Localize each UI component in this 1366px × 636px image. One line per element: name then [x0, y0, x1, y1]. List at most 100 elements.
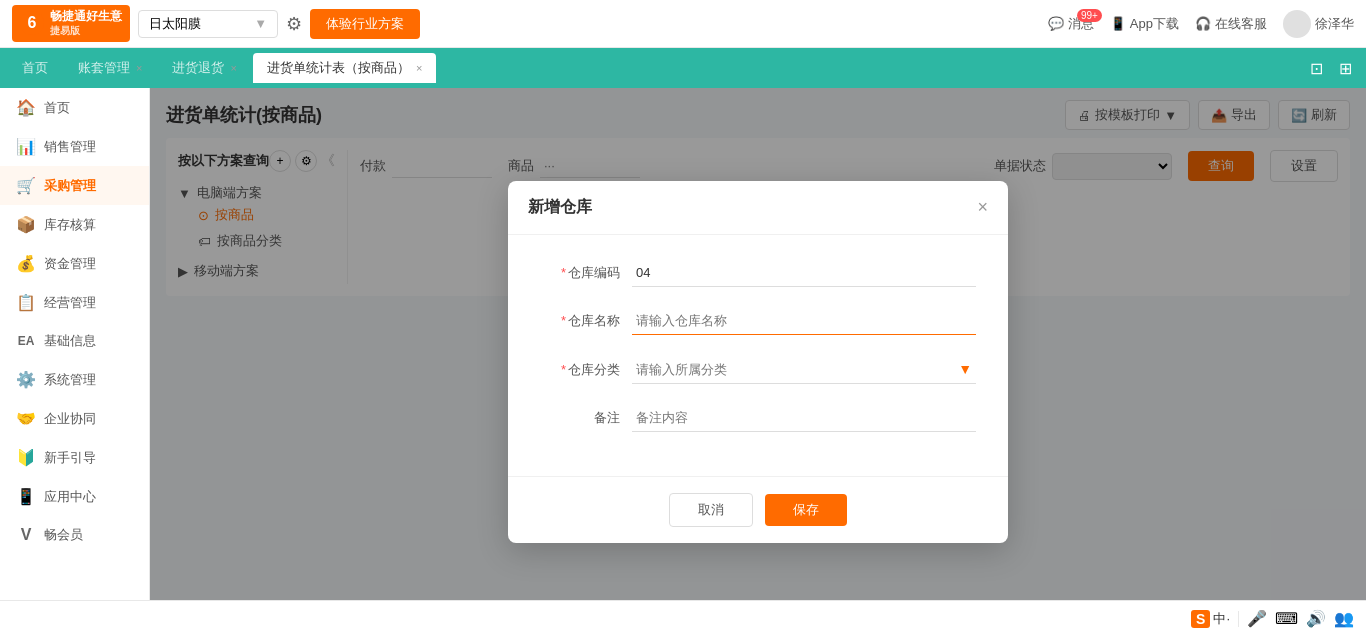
mic-btn[interactable]: 🎤	[1247, 609, 1267, 628]
tab-bar-end: ⊡ ⊞	[1304, 55, 1358, 82]
category-arrow-icon: ▼	[958, 361, 972, 377]
content-area: 进货单统计(按商品) 🖨 按模板打印 ▼ 📤 导出 🔄 刷新	[150, 88, 1366, 636]
sidebar-label-vip: 畅会员	[44, 526, 83, 544]
remark-input[interactable]	[632, 404, 976, 432]
tab-accounts[interactable]: 账套管理 ×	[64, 53, 156, 83]
people-btn[interactable]: 👥	[1334, 609, 1354, 628]
guide-icon: 🔰	[16, 448, 36, 467]
modal-footer: 取消 保存	[508, 476, 1008, 543]
tab-purchase-return[interactable]: 进货退货 ×	[158, 53, 250, 83]
sidebar-item-basic-info[interactable]: EA 基础信息	[0, 322, 149, 360]
sidebar-item-inventory[interactable]: 📦 库存核算	[0, 205, 149, 244]
app-label: App下载	[1130, 15, 1179, 33]
tab-expand-btn[interactable]: ⊞	[1333, 55, 1358, 82]
settings-icon[interactable]: ⚙	[286, 13, 302, 35]
sidebar-label-purchase: 采购管理	[44, 177, 96, 195]
bottom-divider	[1238, 611, 1239, 627]
sidebar-label-app: 应用中心	[44, 488, 96, 506]
sidebar-item-enterprise[interactable]: 🤝 企业协同	[0, 399, 149, 438]
app-icon: 📱	[16, 487, 36, 506]
cancel-button[interactable]: 取消	[669, 493, 753, 527]
tab-purchase-stat-close[interactable]: ×	[416, 62, 422, 74]
tab-purchase-stat-label: 进货单统计表（按商品）	[267, 59, 410, 77]
sidebar-label-basic-info: 基础信息	[44, 332, 96, 350]
modal-body: 仓库编码 仓库名称 仓库分类 ▼	[508, 235, 1008, 476]
sound-btn[interactable]: 🔊	[1306, 609, 1326, 628]
category-label: 仓库分类	[540, 361, 620, 379]
headset-icon: 🎧	[1195, 16, 1211, 31]
app-download-item[interactable]: 📱 App下载	[1110, 15, 1179, 33]
header-right: 💬 消息 99+ 📱 App下载 🎧 在线客服 徐泽华	[1048, 10, 1354, 38]
sidebar-label-home: 首页	[44, 99, 70, 117]
tab-home[interactable]: 首页	[8, 53, 62, 83]
user-avatar-area[interactable]: 徐泽华	[1283, 10, 1354, 38]
sidebar-item-guide[interactable]: 🔰 新手引导	[0, 438, 149, 477]
sidebar-item-purchase[interactable]: 🛒 采购管理	[0, 166, 149, 205]
form-item-name: 仓库名称	[540, 307, 976, 335]
modal-close-btn[interactable]: ×	[977, 197, 988, 218]
trial-button[interactable]: 体验行业方案	[310, 9, 420, 39]
top-header: 6 畅捷通好生意 捷易版 日太阳膜 ▼ ⚙ 体验行业方案 💬 消息 99+ 📱 …	[0, 0, 1366, 48]
store-arrow-icon: ▼	[254, 16, 267, 31]
avatar-icon	[1283, 10, 1311, 38]
s-logo: S	[1191, 610, 1210, 628]
tab-restore-btn[interactable]: ⊡	[1304, 55, 1329, 82]
service-label: 在线客服	[1215, 15, 1267, 33]
purchase-icon: 🛒	[16, 176, 36, 195]
service-item[interactable]: 🎧 在线客服	[1195, 15, 1267, 33]
sidebar-item-system[interactable]: ⚙️ 系统管理	[0, 360, 149, 399]
logo-area: 6 畅捷通好生意 捷易版	[12, 5, 130, 41]
tab-accounts-close[interactable]: ×	[136, 62, 142, 74]
tab-purchase-return-close[interactable]: ×	[230, 62, 236, 74]
logo-icon: 6	[20, 11, 44, 35]
sidebar-label-inventory: 库存核算	[44, 216, 96, 234]
sidebar-item-sales[interactable]: 📊 销售管理	[0, 127, 149, 166]
bottom-bar: S 中· 🎤 ⌨ 🔊 👥	[0, 600, 1366, 636]
finance-icon: 💰	[16, 254, 36, 273]
message-icon: 💬	[1048, 16, 1064, 31]
category-input[interactable]	[636, 362, 958, 377]
sidebar-label-enterprise: 企业协同	[44, 410, 96, 428]
basic-info-icon: EA	[16, 334, 36, 348]
code-label: 仓库编码	[540, 264, 620, 282]
sidebar-label-operations: 经营管理	[44, 294, 96, 312]
category-select-wrap[interactable]: ▼	[632, 355, 976, 384]
store-name: 日太阳膜	[149, 15, 201, 33]
sidebar-item-home[interactable]: 🏠 首页	[0, 88, 149, 127]
save-button[interactable]: 保存	[765, 494, 847, 526]
name-input[interactable]	[632, 307, 976, 335]
remark-label: 备注	[540, 409, 620, 427]
tab-purchase-stat[interactable]: 进货单统计表（按商品） ×	[253, 53, 436, 83]
tab-purchase-return-label: 进货退货	[172, 59, 224, 77]
form-item-remark: 备注	[540, 404, 976, 432]
logo-text: 畅捷通好生意	[50, 9, 122, 23]
sidebar-label-system: 系统管理	[44, 371, 96, 389]
sidebar-item-finance[interactable]: 💰 资金管理	[0, 244, 149, 283]
store-selector[interactable]: 日太阳膜 ▼	[138, 10, 278, 38]
sidebar-item-app[interactable]: 📱 应用中心	[0, 477, 149, 516]
sales-icon: 📊	[16, 137, 36, 156]
logo-sub: 捷易版	[50, 24, 122, 38]
keyboard-btn[interactable]: ⌨	[1275, 609, 1298, 628]
main-layout: 🏠 首页 📊 销售管理 🛒 采购管理 📦 库存核算 💰 资金管理 📋 经营管理 …	[0, 88, 1366, 636]
tab-home-label: 首页	[22, 59, 48, 77]
form-item-code: 仓库编码	[540, 259, 976, 287]
message-item[interactable]: 💬 消息 99+	[1048, 15, 1094, 33]
home-icon: 🏠	[16, 98, 36, 117]
sidebar: 🏠 首页 📊 销售管理 🛒 采购管理 📦 库存核算 💰 资金管理 📋 经营管理 …	[0, 88, 150, 636]
user-name: 徐泽华	[1315, 15, 1354, 33]
add-warehouse-modal: 新增仓库 × 仓库编码 仓库名称 仓库分类	[508, 181, 1008, 543]
sidebar-label-guide: 新手引导	[44, 449, 96, 467]
form-item-category: 仓库分类 ▼	[540, 355, 976, 384]
phone-icon: 📱	[1110, 16, 1126, 31]
bottom-label: 中·	[1213, 610, 1230, 628]
code-input[interactable]	[632, 259, 976, 287]
sidebar-item-operations[interactable]: 📋 经营管理	[0, 283, 149, 322]
sidebar-label-finance: 资金管理	[44, 255, 96, 273]
tab-accounts-label: 账套管理	[78, 59, 130, 77]
system-icon: ⚙️	[16, 370, 36, 389]
sidebar-item-vip[interactable]: V 畅会员	[0, 516, 149, 554]
bottom-logo-area: S 中·	[1191, 610, 1230, 628]
tab-bar: 首页 账套管理 × 进货退货 × 进货单统计表（按商品） × ⊡ ⊞	[0, 48, 1366, 88]
operations-icon: 📋	[16, 293, 36, 312]
